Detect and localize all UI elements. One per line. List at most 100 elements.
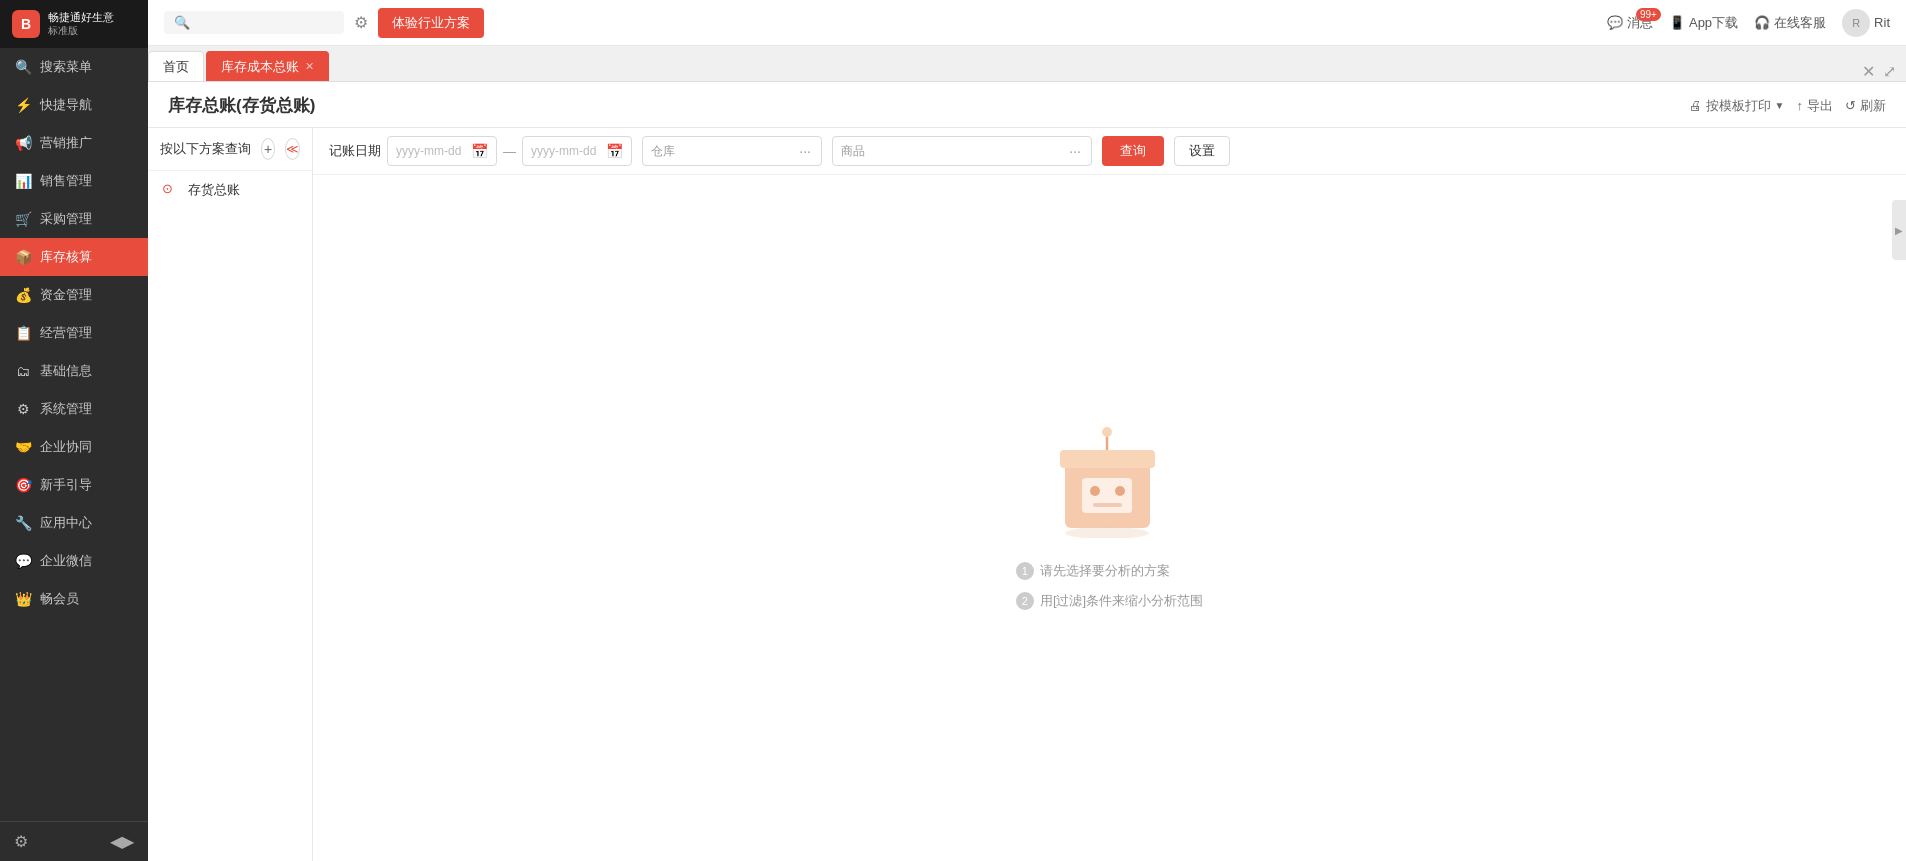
- settings-icon[interactable]: ⚙: [354, 13, 368, 32]
- sidebar-item-sales[interactable]: 📊 销售管理: [0, 162, 148, 200]
- sidebar-footer: ⚙ ◀▶: [0, 821, 148, 861]
- step1-num: 1: [1016, 562, 1034, 580]
- toggle-sidebar-icon[interactable]: ◀▶: [110, 832, 134, 851]
- sidebar-item-label: 企业协同: [40, 438, 92, 456]
- sidebar-item-search-menu[interactable]: 🔍 搜索菜单: [0, 48, 148, 86]
- expand-panel-btn[interactable]: ⤢: [1883, 62, 1896, 81]
- sidebar-item-vip[interactable]: 👑 畅会员: [0, 580, 148, 618]
- filter-row: 记账日期 yyyy-mm-dd 📅 — yyyy-mm-dd 📅: [313, 128, 1906, 175]
- wechat-icon: 💬: [14, 552, 32, 570]
- sidebar-item-label: 销售管理: [40, 172, 92, 190]
- tabs-bar: 首页 库存成本总账 ✕ ✕ ⤢: [148, 46, 1906, 82]
- scheme-item-label: 存货总账: [188, 181, 240, 199]
- sidebar-item-marketing[interactable]: 📢 营销推广: [0, 124, 148, 162]
- tab-close-icon[interactable]: ✕: [305, 60, 314, 73]
- tab-inventory-ledger[interactable]: 库存成本总账 ✕: [206, 51, 329, 81]
- vip-icon: 👑: [14, 590, 32, 608]
- sidebar-item-finance[interactable]: 💰 资金管理: [0, 276, 148, 314]
- corp-icon: 🤝: [14, 438, 32, 456]
- date-field-group: 记账日期 yyyy-mm-dd 📅 — yyyy-mm-dd 📅: [329, 136, 632, 166]
- date-start-input[interactable]: yyyy-mm-dd 📅: [387, 136, 497, 166]
- app-logo: B 畅捷通好生意 标准版: [0, 0, 148, 48]
- warehouse-more-icon: ···: [797, 143, 813, 159]
- date-start-placeholder: yyyy-mm-dd: [396, 144, 461, 158]
- sidebar-item-operations[interactable]: 📋 经营管理: [0, 314, 148, 352]
- sidebar-item-system[interactable]: ⚙ 系统管理: [0, 390, 148, 428]
- svg-rect-1: [1060, 450, 1155, 468]
- date-end-input[interactable]: yyyy-mm-dd 📅: [522, 136, 632, 166]
- tab-ledger-label: 库存成本总账: [221, 58, 299, 76]
- sidebar-item-quick-nav[interactable]: ⚡ 快捷导航: [0, 86, 148, 124]
- apps-icon: 🔧: [14, 514, 32, 532]
- refresh-icon: ↺: [1845, 98, 1856, 113]
- sidebar-item-inventory[interactable]: 📦 库存核算: [0, 238, 148, 276]
- finance-icon: 💰: [14, 286, 32, 304]
- svg-point-4: [1115, 486, 1125, 496]
- refresh-btn[interactable]: ↺ 刷新: [1845, 97, 1886, 115]
- sidebar-scroll: 🔍 搜索菜单 ⚡ 快捷导航 📢 营销推广 📊 销售管理 🛒 采购管理 📦 库存核…: [0, 48, 148, 821]
- sidebar: B 畅捷通好生意 标准版 🔍 搜索菜单 ⚡ 快捷导航 📢 营销推广 📊 销售管理…: [0, 0, 148, 861]
- sidebar-item-newbie[interactable]: 🎯 新手引导: [0, 466, 148, 504]
- topbar-left: 🔍 ⚙ 体验行业方案: [164, 8, 484, 38]
- warehouse-input[interactable]: 仓库 ···: [642, 136, 822, 166]
- page-area: 库存总账(存货总账) 🖨 按模板打印 ▼ ↑ 导出 ↺ 刷新: [148, 82, 1906, 861]
- settings-footer-icon[interactable]: ⚙: [14, 832, 28, 851]
- user-area[interactable]: R Rit: [1842, 9, 1890, 37]
- empty-hints: 1 请先选择要分析的方案 2 用[过滤]条件来缩小分析范围: [1016, 558, 1203, 618]
- industry-btn[interactable]: 体验行业方案: [378, 8, 484, 38]
- app-name: 畅捷通好生意: [48, 10, 114, 24]
- search-box[interactable]: 🔍: [164, 11, 344, 34]
- empty-state: 1 请先选择要分析的方案 2 用[过滤]条件来缩小分析范围: [313, 175, 1906, 861]
- export-label: 导出: [1807, 97, 1833, 115]
- sidebar-item-label: 企业微信: [40, 552, 92, 570]
- empty-illustration: [1050, 418, 1170, 538]
- app-download-label: App下载: [1689, 14, 1738, 32]
- calendar-start-icon: 📅: [471, 143, 488, 159]
- user-avatar: R: [1842, 9, 1870, 37]
- sidebar-item-label: 营销推广: [40, 134, 92, 152]
- svg-point-8: [1065, 527, 1149, 538]
- filter-bar: 按以下方案查询 + ≪: [148, 128, 312, 171]
- sidebar-item-corp[interactable]: 🤝 企业协同: [0, 428, 148, 466]
- svg-rect-2: [1082, 478, 1132, 513]
- purchase-icon: 🛒: [14, 210, 32, 228]
- sidebar-item-basic-info[interactable]: 🗂 基础信息: [0, 352, 148, 390]
- sidebar-item-apps[interactable]: 🔧 应用中心: [0, 504, 148, 542]
- scheme-panel: 按以下方案查询 + ≪ ⊙ 存货总账: [148, 128, 313, 861]
- add-filter-btn[interactable]: +: [261, 138, 275, 160]
- sidebar-item-purchase[interactable]: 🛒 采购管理: [0, 200, 148, 238]
- online-service-btn[interactable]: 🎧 在线客服: [1754, 14, 1826, 32]
- export-btn[interactable]: ↑ 导出: [1797, 97, 1834, 115]
- app-download-btn[interactable]: 📱 App下载: [1669, 14, 1738, 32]
- date-end-placeholder: yyyy-mm-dd: [531, 144, 596, 158]
- messages-badge: 99+: [1636, 8, 1661, 21]
- topbar-right: 💬 消息 99+ 📱 App下载 🎧 在线客服 R Rit: [1607, 9, 1890, 37]
- marketing-icon: 📢: [14, 134, 32, 152]
- messages-btn[interactable]: 💬 消息 99+: [1607, 14, 1653, 32]
- export-icon: ↑: [1797, 98, 1804, 113]
- print-btn[interactable]: 🖨 按模板打印 ▼: [1689, 97, 1785, 115]
- tab-home-label: 首页: [163, 58, 189, 76]
- product-input[interactable]: 商品 ···: [832, 136, 1092, 166]
- hint1-text: 请先选择要分析的方案: [1040, 558, 1170, 584]
- newbie-icon: 🎯: [14, 476, 32, 494]
- warehouse-placeholder: 仓库: [651, 143, 675, 160]
- sidebar-item-wechat[interactable]: 💬 企业微信: [0, 542, 148, 580]
- printer-icon: 🖨: [1689, 98, 1702, 113]
- basic-info-icon: 🗂: [14, 362, 32, 380]
- calendar-end-icon: 📅: [606, 143, 623, 159]
- close-panel-btn[interactable]: ✕: [1862, 62, 1875, 81]
- warehouse-field-group: 仓库 ···: [642, 136, 822, 166]
- collapse-filter-btn[interactable]: ≪: [285, 138, 300, 160]
- tab-home[interactable]: 首页: [148, 51, 204, 81]
- right-panel-handle[interactable]: ▶: [1892, 200, 1906, 260]
- sales-icon: 📊: [14, 172, 32, 190]
- sidebar-item-label: 新手引导: [40, 476, 92, 494]
- settings-btn[interactable]: 设置: [1174, 136, 1230, 166]
- page-header: 库存总账(存货总账) 🖨 按模板打印 ▼ ↑ 导出 ↺ 刷新: [148, 82, 1906, 128]
- query-btn[interactable]: 查询: [1102, 136, 1164, 166]
- sidebar-item-label: 采购管理: [40, 210, 92, 228]
- phone-icon: 📱: [1669, 15, 1685, 30]
- sidebar-item-label: 应用中心: [40, 514, 92, 532]
- scheme-item-inventory[interactable]: ⊙ 存货总账: [148, 171, 312, 209]
